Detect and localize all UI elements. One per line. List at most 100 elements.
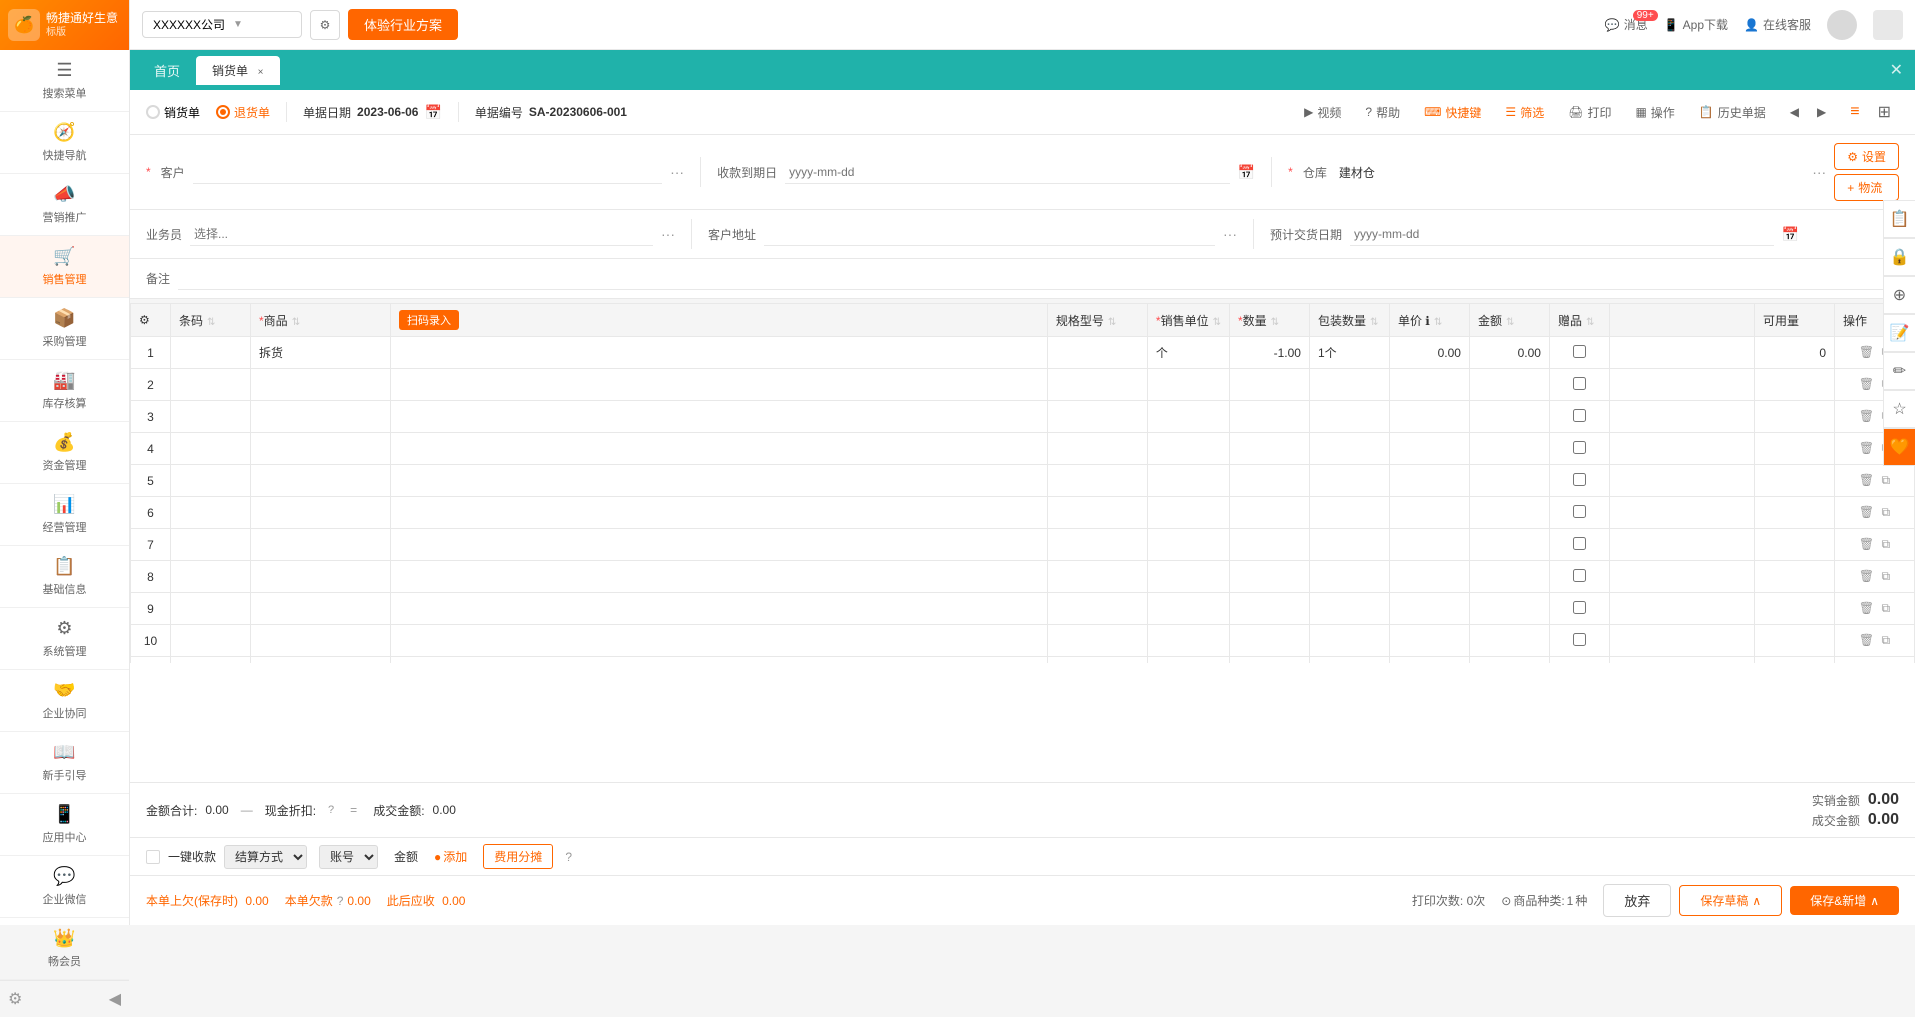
cell-product-8[interactable] [251, 593, 391, 625]
tab-home[interactable]: 首页 [142, 55, 192, 86]
view-grid-btn[interactable]: ⊞ [1870, 98, 1899, 126]
float-btn-1[interactable]: 📋 [1883, 200, 1915, 238]
sidebar-item-12[interactable]: 📱 应用中心 [0, 794, 129, 856]
delete-icon-5[interactable]: 🗑 [1859, 505, 1874, 519]
sidebar-item-1[interactable]: 🧭 快捷导航 [0, 112, 129, 174]
cell-spec-2[interactable] [1047, 401, 1147, 433]
cell-price-6[interactable] [1389, 529, 1469, 561]
cell-product-5[interactable] [251, 497, 391, 529]
table-wrapper[interactable]: ⚙ 条码⇅ *商品⇅ 扫码录入 规格型号⇅ *销售单位⇅ *数量⇅ 包装数量⇅ … [130, 303, 1915, 663]
cell-gift-8[interactable] [1549, 593, 1609, 625]
cell-spec-7[interactable] [1047, 561, 1147, 593]
sidebar-bottom[interactable]: ⚙ ◀ [0, 980, 129, 1017]
th-qty[interactable]: *数量⇅ [1229, 304, 1309, 337]
th-spec[interactable]: 规格型号⇅ [1047, 304, 1147, 337]
cell-pkg-3[interactable] [1309, 433, 1389, 465]
cell-barcode-7[interactable] [171, 561, 251, 593]
cell-amount-9[interactable] [1469, 625, 1549, 657]
sidebar-item-4[interactable]: 📦 采购管理 [0, 298, 129, 360]
cell-ops-9[interactable]: 🗑 ⧉ [1835, 625, 1915, 657]
cell-barcode-0[interactable] [171, 337, 251, 369]
cell-price-1[interactable] [1389, 369, 1469, 401]
cell-qty-3[interactable] [1229, 433, 1309, 465]
customer-dots-btn[interactable]: ··· [670, 164, 684, 180]
cell-gift-1[interactable] [1549, 369, 1609, 401]
order-shortage-help[interactable]: ? [337, 894, 344, 908]
cell-unit-1[interactable] [1147, 369, 1229, 401]
table-row[interactable]: 3 🗑 ⧉ [131, 401, 1915, 433]
th-settings[interactable]: ⚙ [131, 304, 171, 337]
cell-unit-3[interactable] [1147, 433, 1229, 465]
delete-icon-1[interactable]: 🗑 [1859, 377, 1874, 391]
th-gift[interactable]: 赠品⇅ [1549, 304, 1609, 337]
cell-price-7[interactable] [1389, 561, 1469, 593]
save-new-button[interactable]: 保存&新增 ∧ [1790, 886, 1899, 915]
cell-qty-5[interactable] [1229, 497, 1309, 529]
add-payment-btn[interactable]: ● 添加 [434, 848, 467, 865]
copy-icon-9[interactable]: ⧉ [1882, 633, 1891, 647]
cell-barcode-2[interactable] [171, 401, 251, 433]
cell-unit-5[interactable] [1147, 497, 1229, 529]
cell-gift-2[interactable] [1549, 401, 1609, 433]
table-row[interactable]: 4 🗑 ⧉ [131, 433, 1915, 465]
cell-spec-6[interactable] [1047, 529, 1147, 561]
cell-price-9[interactable] [1389, 625, 1469, 657]
tab-close-all[interactable]: ✕ [1890, 60, 1903, 80]
due-date-input[interactable] [785, 161, 1230, 184]
message-button[interactable]: 💬 消息 99+ [1605, 16, 1648, 33]
cell-unit-8[interactable] [1147, 593, 1229, 625]
table-row[interactable]: 9 🗑 ⧉ [131, 593, 1915, 625]
cell-spec-9[interactable] [1047, 625, 1147, 657]
cell-amount-10[interactable] [1469, 657, 1549, 664]
print-btn[interactable]: 🖨 打印 [1560, 100, 1619, 125]
cell-barcode-10[interactable] [171, 657, 251, 664]
cell-amount-1[interactable] [1469, 369, 1549, 401]
th-price[interactable]: 单价 ℹ⇅ [1389, 304, 1469, 337]
company-selector[interactable]: XXXXXX公司 ▼ [142, 11, 302, 38]
cell-pkg-0[interactable]: 1个 [1309, 337, 1389, 369]
app-download-button[interactable]: 📱 App下载 [1664, 16, 1728, 33]
cell-spec-3[interactable] [1047, 433, 1147, 465]
cell-amount-4[interactable] [1469, 465, 1549, 497]
sidebar-item-11[interactable]: 📖 新手引导 [0, 732, 129, 794]
cell-ops-8[interactable]: 🗑 ⧉ [1835, 593, 1915, 625]
cell-unit-7[interactable] [1147, 561, 1229, 593]
cell-qty-10[interactable] [1229, 657, 1309, 664]
float-btn-5[interactable]: ✏ [1883, 352, 1915, 390]
cell-unit-4[interactable] [1147, 465, 1229, 497]
sidebar-item-3[interactable]: 🛒 销售管理 [0, 236, 129, 298]
float-btn-7[interactable]: 🧡 [1883, 428, 1915, 466]
cell-ops-6[interactable]: 🗑 ⧉ [1835, 529, 1915, 561]
video-btn[interactable]: ▶ 视频 [1296, 100, 1349, 125]
th-barcode[interactable]: 条码⇅ [171, 304, 251, 337]
filter-btn[interactable]: ☰ 筛选 [1497, 100, 1552, 125]
cell-qty-6[interactable] [1229, 529, 1309, 561]
logistics-button[interactable]: + 物流 [1834, 174, 1899, 201]
cell-price-10[interactable] [1389, 657, 1469, 664]
customer-addr-dots-btn[interactable]: ··· [1223, 226, 1237, 242]
nav-next-btn[interactable]: ▶ [1809, 101, 1834, 123]
cell-amount-5[interactable] [1469, 497, 1549, 529]
cell-amount-3[interactable] [1469, 433, 1549, 465]
cell-price-4[interactable] [1389, 465, 1469, 497]
cell-barcode-4[interactable] [171, 465, 251, 497]
expense-split-btn[interactable]: 费用分摊 [483, 844, 553, 869]
cell-ops-10[interactable]: 🗑 ⧉ [1835, 657, 1915, 664]
table-row[interactable]: 6 🗑 ⧉ [131, 497, 1915, 529]
cell-barcode-5[interactable] [171, 497, 251, 529]
cell-amount-7[interactable] [1469, 561, 1549, 593]
cell-spec-4[interactable] [1047, 465, 1147, 497]
customer-input[interactable] [193, 161, 662, 184]
radio-return-order[interactable]: 退货单 [216, 104, 270, 121]
scan-btn[interactable]: 扫码录入 [399, 310, 459, 330]
user-menu-button[interactable] [1873, 10, 1903, 40]
cell-qty-7[interactable] [1229, 561, 1309, 593]
salesperson-input[interactable] [190, 223, 653, 246]
cell-qty-1[interactable] [1229, 369, 1309, 401]
cell-gift-7[interactable] [1549, 561, 1609, 593]
cell-gift-0[interactable] [1549, 337, 1609, 369]
close-all-icon[interactable]: ✕ [1890, 62, 1903, 79]
table-row[interactable]: 7 🗑 ⧉ [131, 529, 1915, 561]
delete-icon-7[interactable]: 🗑 [1859, 569, 1874, 583]
expense-help-icon[interactable]: ? [565, 850, 572, 864]
